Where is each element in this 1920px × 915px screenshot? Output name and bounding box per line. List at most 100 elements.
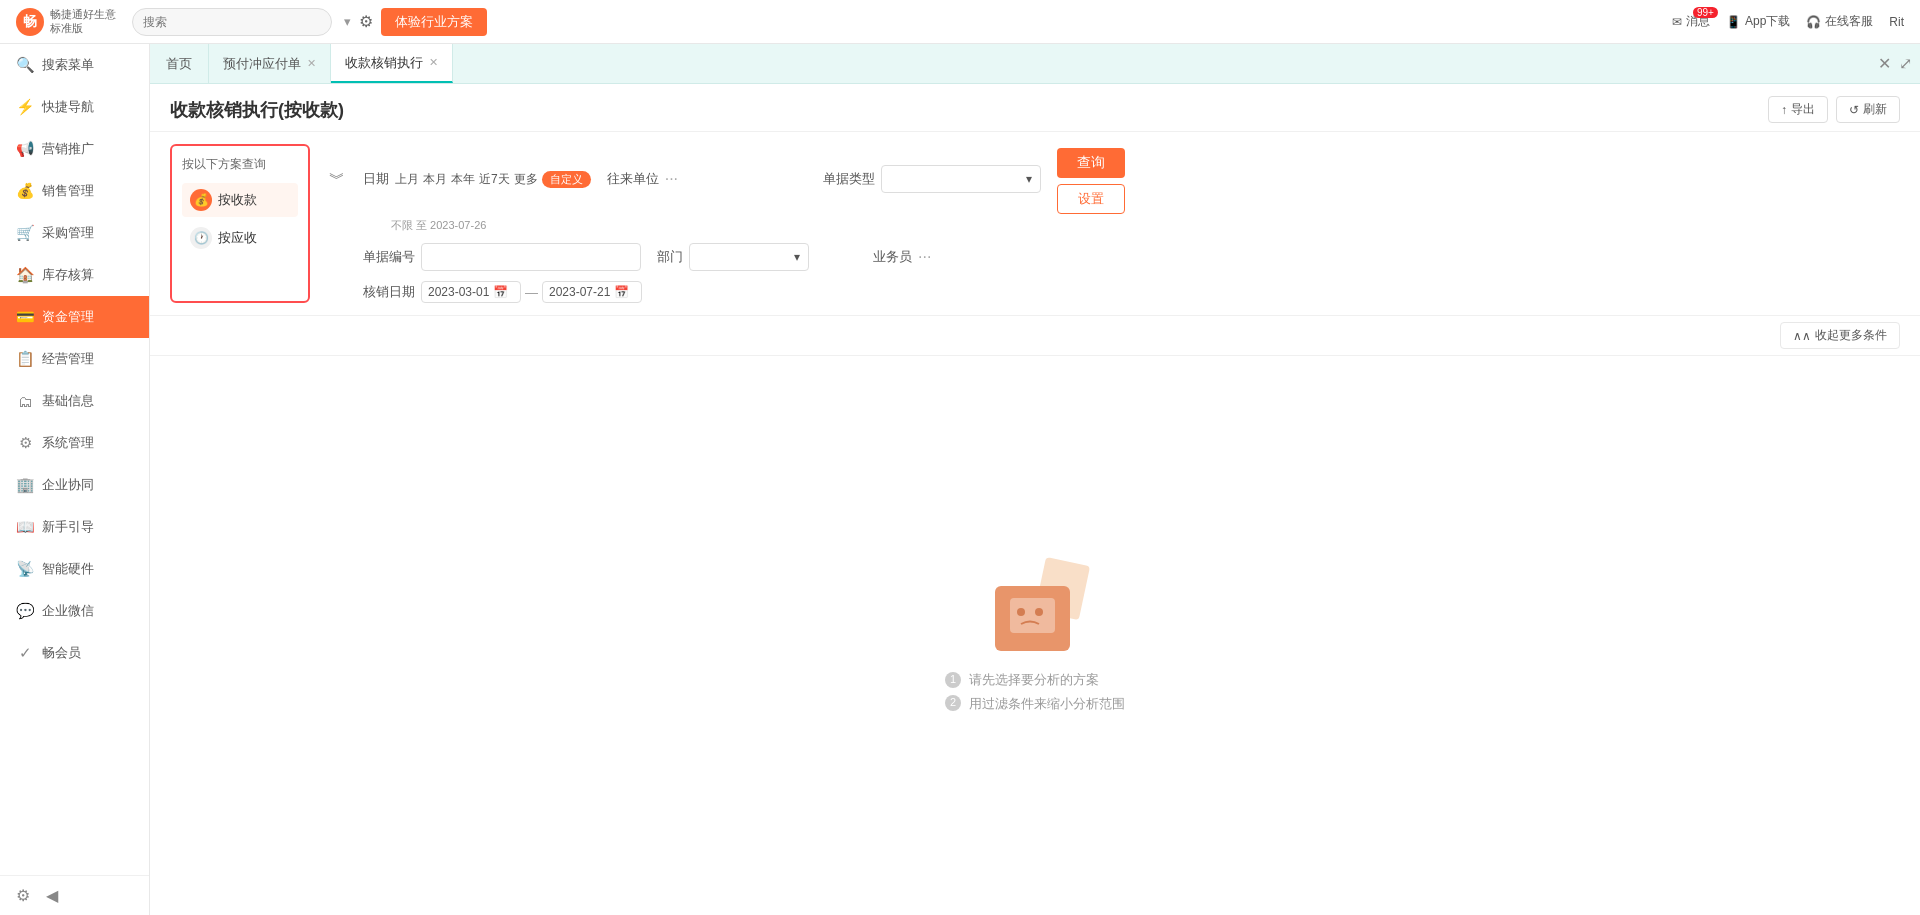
user-info[interactable]: Rit <box>1889 15 1904 29</box>
svg-point-3 <box>1017 608 1025 616</box>
date-this-month[interactable]: 本月 <box>423 171 447 188</box>
date-more[interactable]: 更多 <box>514 171 538 188</box>
sidebar-item-purchase[interactable]: 🛒 采购管理 <box>0 212 149 254</box>
verify-date-field: 核销日期 2023-03-01 📅 — 2023-07-21 📅 <box>363 281 642 303</box>
setting-btn[interactable]: 设置 <box>1057 184 1125 214</box>
wechat-icon: 💬 <box>16 602 34 620</box>
sidebar-item-marketing[interactable]: 📢 营销推广 <box>0 128 149 170</box>
date-no-limit-text: 不限 至 2023-07-26 <box>391 218 1900 233</box>
tab-close-window-icon[interactable]: ✕ <box>1878 54 1891 73</box>
date-custom-badge[interactable]: 自定义 <box>542 171 591 188</box>
date-field: 日期 上月 本月 本年 近7天 更多 自定义 <box>363 170 591 188</box>
dept-select[interactable]: ▾ <box>689 243 809 271</box>
calendar-start-icon: 📅 <box>493 285 508 299</box>
collapse-more-section: ∧∧ 收起更多条件 <box>150 316 1920 356</box>
sidebar-bottom: ⚙ ◀ <box>0 875 149 915</box>
page-header: 收款核销执行(按收款) ↑ 导出 ↺ 刷新 <box>150 84 1920 132</box>
search-chevron-icon[interactable]: ▾ <box>344 14 351 29</box>
verify-date-start[interactable]: 2023-03-01 📅 <box>421 281 521 303</box>
query-btn[interactable]: 查询 <box>1057 148 1125 178</box>
search-bar[interactable] <box>132 8 332 36</box>
sidebar-item-inventory[interactable]: 🏠 库存核算 <box>0 254 149 296</box>
receipt-option-icon: 💰 <box>190 189 212 211</box>
tab-bar: 首页 预付冲应付单 ✕ 收款核销执行 ✕ ✕ ⤢ <box>150 44 1920 84</box>
dept-chevron-icon: ▾ <box>794 250 800 264</box>
date-last-month[interactable]: 上月 <box>395 171 419 188</box>
refresh-icon: ↺ <box>1849 103 1859 117</box>
empty-svg <box>985 556 1095 656</box>
collapse-more-btn[interactable]: ∧∧ 收起更多条件 <box>1780 322 1900 349</box>
sidebar-item-guide[interactable]: 📖 新手引导 <box>0 506 149 548</box>
sidebar-item-basic-info[interactable]: 🗂 基础信息 <box>0 380 149 422</box>
tab-receipt-close-icon[interactable]: ✕ <box>429 56 438 69</box>
app-logo: 畅 畅捷通好生意 标准版 <box>16 8 116 36</box>
dept-field: 部门 ▾ <box>657 243 857 271</box>
search-menu-icon: 🔍 <box>16 56 34 74</box>
sales-icon: 💰 <box>16 182 34 200</box>
staff-field: 业务员 ··· <box>873 248 1073 266</box>
date-7days[interactable]: 近7天 <box>479 171 510 188</box>
sidebar: 🔍 搜索菜单 ⚡ 快捷导航 📢 营销推广 💰 销售管理 🛒 采购管理 🏠 库存核… <box>0 44 150 915</box>
content-area: 首页 预付冲应付单 ✕ 收款核销执行 ✕ ✕ ⤢ 收款核销执行(按收款) ↑ 导… <box>150 44 1920 915</box>
system-icon: ⚙ <box>16 434 34 452</box>
collapse-icon: ∧∧ <box>1793 329 1811 343</box>
counterparty-ellipsis[interactable]: ··· <box>665 170 678 188</box>
filter-collapse-btn[interactable]: 》 <box>322 152 351 172</box>
messages-badge: 99+ <box>1693 7 1718 18</box>
staff-ellipsis[interactable]: ··· <box>918 248 931 266</box>
app-download-btn[interactable]: 📱 App下载 <box>1726 13 1790 30</box>
filter-panel: 按以下方案查询 💰 按收款 🕐 按应收 <box>170 144 310 303</box>
industry-btn[interactable]: 体验行业方案 <box>381 8 487 36</box>
export-icon: ↑ <box>1781 103 1787 117</box>
date-this-year[interactable]: 本年 <box>451 171 475 188</box>
logo-text: 畅捷通好生意 标准版 <box>50 8 116 34</box>
tab-expand-icon[interactable]: ⤢ <box>1899 54 1912 73</box>
refresh-btn[interactable]: ↺ 刷新 <box>1836 96 1900 123</box>
export-btn[interactable]: ↑ 导出 <box>1768 96 1828 123</box>
sidebar-item-operations[interactable]: 📋 经营管理 <box>0 338 149 380</box>
sidebar-item-funds[interactable]: 💳 资金管理 <box>0 296 149 338</box>
sidebar-item-member[interactable]: ✓ 畅会员 <box>0 632 149 674</box>
filter-area: 按以下方案查询 💰 按收款 🕐 按应收 》 日期 <box>150 132 1920 316</box>
svg-point-4 <box>1035 608 1043 616</box>
doc-no-input[interactable] <box>421 243 641 271</box>
filter-option-receivable[interactable]: 🕐 按应收 <box>182 221 298 255</box>
filter-actions: 查询 设置 <box>1057 144 1125 214</box>
sidebar-item-wechat[interactable]: 💬 企业微信 <box>0 590 149 632</box>
sidebar-collapse-icon[interactable]: ◀ <box>46 886 58 905</box>
smart-hw-icon: 📡 <box>16 560 34 578</box>
empty-illustration <box>985 556 1085 656</box>
sidebar-item-smart-hw[interactable]: 📡 智能硬件 <box>0 548 149 590</box>
filter-option-receipt[interactable]: 💰 按收款 <box>182 183 298 217</box>
tab-receipt[interactable]: 收款核销执行 ✕ <box>331 44 453 83</box>
basic-info-icon: 🗂 <box>16 393 34 410</box>
doc-type-select[interactable]: ▾ <box>881 165 1041 193</box>
verify-date-end[interactable]: 2023-07-21 📅 <box>542 281 642 303</box>
search-input[interactable] <box>143 15 321 29</box>
svg-rect-2 <box>1010 598 1055 633</box>
sidebar-item-enterprise[interactable]: 🏢 企业协同 <box>0 464 149 506</box>
empty-tip-1: 1 请先选择要分析的方案 <box>945 668 1125 691</box>
sidebar-item-system[interactable]: ⚙ 系统管理 <box>0 422 149 464</box>
page-title: 收款核销执行(按收款) <box>170 98 344 122</box>
sidebar-item-sales[interactable]: 💰 销售管理 <box>0 170 149 212</box>
tab-prepay[interactable]: 预付冲应付单 ✕ <box>209 44 331 83</box>
settings-gear-icon[interactable]: ⚙ <box>359 12 373 31</box>
tab-prepay-close-icon[interactable]: ✕ <box>307 57 316 70</box>
doc-type-chevron-icon: ▾ <box>1026 172 1032 186</box>
funds-icon: 💳 <box>16 308 34 326</box>
phone-icon: 📱 <box>1726 15 1741 29</box>
doc-type-field: 单据类型 ▾ <box>823 165 1041 193</box>
filter-panel-title: 按以下方案查询 <box>182 156 298 173</box>
sidebar-item-search-menu[interactable]: 🔍 搜索菜单 <box>0 44 149 86</box>
main-layout: 🔍 搜索菜单 ⚡ 快捷导航 📢 营销推广 💰 销售管理 🛒 采购管理 🏠 库存核… <box>0 44 1920 915</box>
verify-date-label: 核销日期 <box>363 283 415 301</box>
staff-label: 业务员 <box>873 248 912 266</box>
online-service-btn[interactable]: 🎧 在线客服 <box>1806 13 1873 30</box>
sidebar-item-quick-nav[interactable]: ⚡ 快捷导航 <box>0 86 149 128</box>
sidebar-settings-icon[interactable]: ⚙ <box>16 886 30 905</box>
filter-row-2: 单据编号 部门 ▾ 业务员 ··· <box>363 243 1900 271</box>
member-icon: ✓ <box>16 644 34 662</box>
tab-home[interactable]: 首页 <box>150 44 209 83</box>
messages-btn[interactable]: ✉ 消息 99+ <box>1672 13 1710 30</box>
